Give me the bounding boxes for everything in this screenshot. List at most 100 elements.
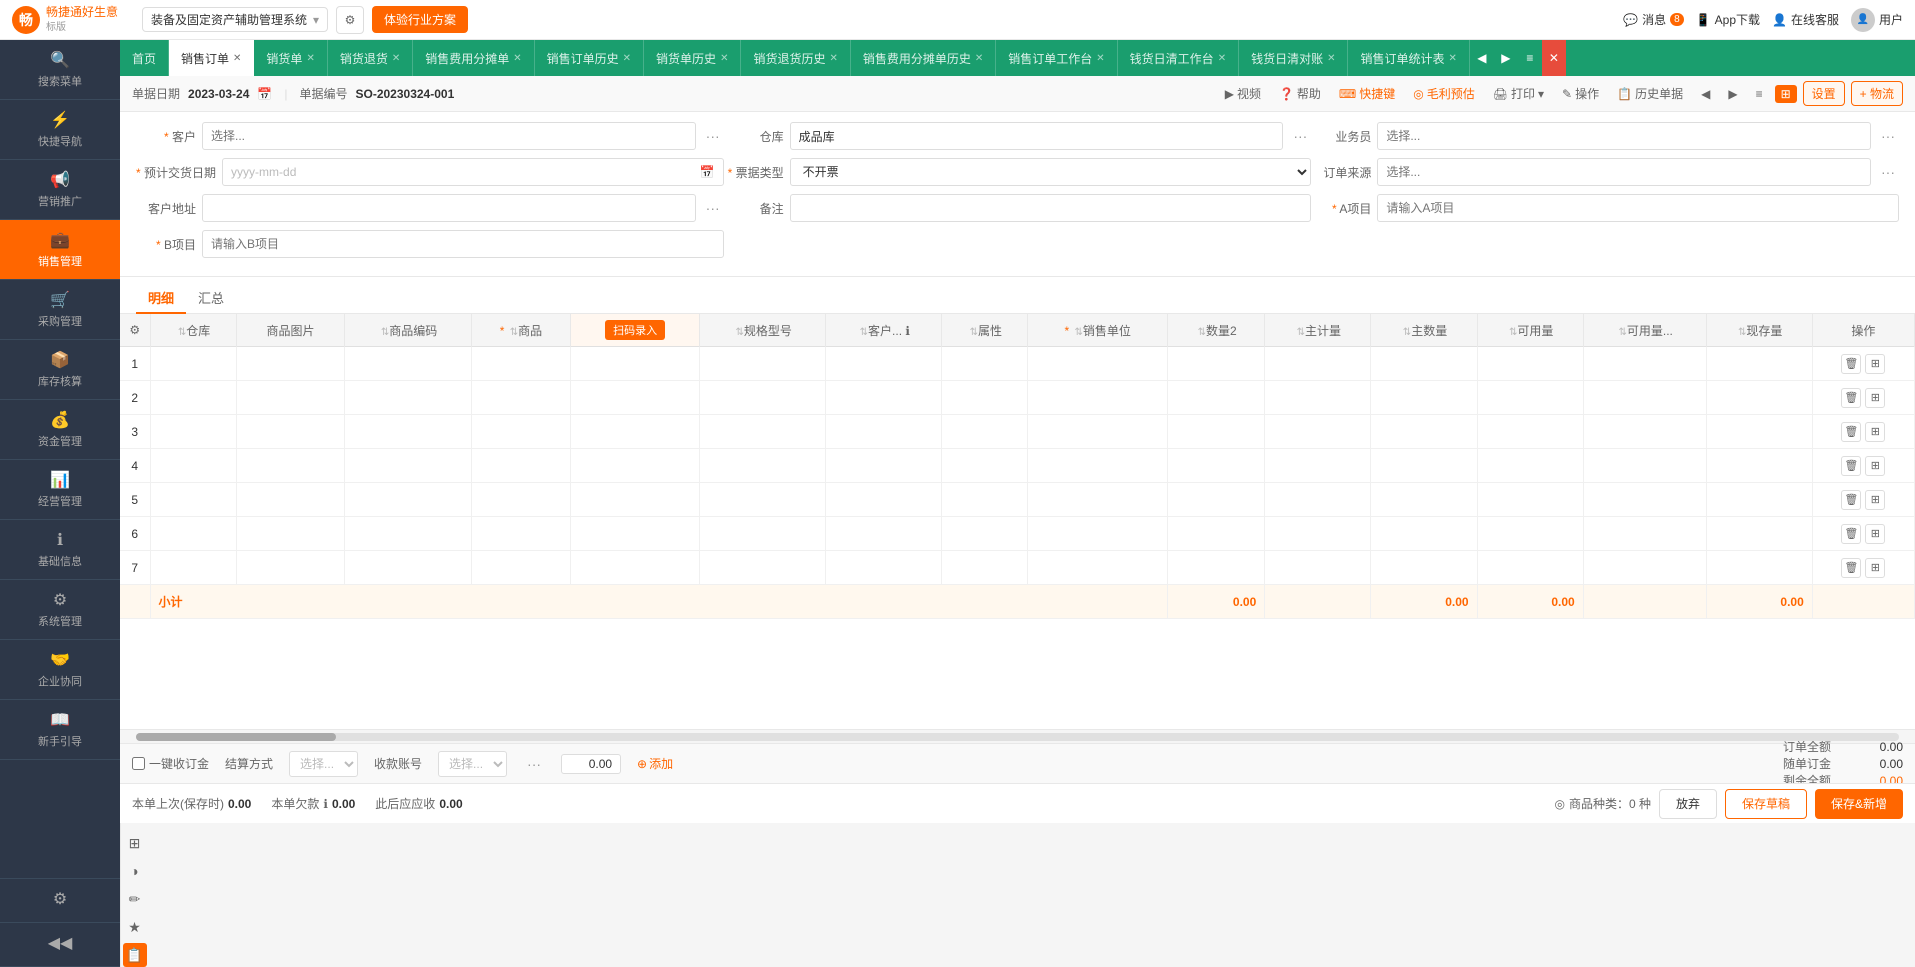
- salesperson-input[interactable]: [1377, 122, 1871, 150]
- salesperson-more-icon[interactable]: ···: [1877, 128, 1899, 144]
- tab-close-icon[interactable]: ✕: [1096, 53, 1104, 64]
- order-source-more-icon[interactable]: ···: [1877, 164, 1899, 180]
- sidebar-item-basic-info[interactable]: ℹ 基础信息: [0, 520, 120, 580]
- copy-row-button[interactable]: ⊞: [1865, 490, 1885, 510]
- tab-order-workbench[interactable]: 销售订单工作台 ✕: [996, 40, 1117, 76]
- sidebar-item-quicknav[interactable]: ⚡ 快捷导航: [0, 100, 120, 160]
- sidebar-item-marketing[interactable]: 📢 营销推广: [0, 160, 120, 220]
- tab-menu-button[interactable]: ≡: [1518, 40, 1542, 76]
- sidebar-item-finance[interactable]: 💰 资金管理: [0, 400, 120, 460]
- payment-method-select[interactable]: 选择...: [289, 751, 358, 777]
- th-available[interactable]: ⇅可用量: [1477, 314, 1583, 347]
- th-customer-code[interactable]: ⇅客户... ℹ: [826, 314, 942, 347]
- tab-sales-goods[interactable]: 销货单 ✕: [254, 40, 327, 76]
- help-button[interactable]: ❓ 帮助: [1273, 83, 1327, 104]
- delete-row-button[interactable]: 🗑: [1841, 558, 1861, 578]
- tab-prev-button[interactable]: ◀: [1470, 40, 1494, 76]
- delete-row-button[interactable]: 🗑: [1841, 490, 1861, 510]
- scan-button[interactable]: 扫码录入: [605, 320, 665, 340]
- form-settings-button[interactable]: 设置: [1803, 81, 1845, 106]
- customer-more-icon[interactable]: ···: [702, 128, 724, 144]
- th-available2[interactable]: ⇅可用量...: [1583, 314, 1706, 347]
- tab-daily-reconcile[interactable]: 钱货日清对账 ✕: [1239, 40, 1348, 76]
- tab-detail[interactable]: 明细: [136, 283, 186, 314]
- right-panel-icon-1[interactable]: ⊞: [123, 831, 147, 855]
- delivery-date-input[interactable]: yyyy-mm-dd 📅: [222, 158, 724, 186]
- print-button[interactable]: 🖨 打印 ▾: [1487, 83, 1550, 104]
- nav-next-button[interactable]: ▶: [1722, 85, 1743, 103]
- sidebar-item-inventory[interactable]: 📦 库存核算: [0, 340, 120, 400]
- delete-row-button[interactable]: 🗑: [1841, 388, 1861, 408]
- h-scroll-area[interactable]: [120, 729, 1915, 743]
- order-source-input[interactable]: [1377, 158, 1871, 186]
- b-project-input[interactable]: [202, 230, 724, 258]
- add-logistics-button[interactable]: + 物流: [1851, 81, 1903, 106]
- tab-sales-return[interactable]: 销货退货 ✕: [328, 40, 413, 76]
- copy-row-button[interactable]: ⊞: [1865, 354, 1885, 374]
- warehouse-input[interactable]: [790, 122, 1284, 150]
- copy-row-button[interactable]: ⊞: [1865, 422, 1885, 442]
- th-main-qty[interactable]: ⇅主数量: [1371, 314, 1477, 347]
- delete-row-button[interactable]: 🗑: [1841, 354, 1861, 374]
- copy-row-button[interactable]: ⊞: [1865, 524, 1885, 544]
- view-detail-button[interactable]: ⊞: [1775, 85, 1797, 103]
- tab-sales-order[interactable]: 销售订单 ✕: [169, 40, 254, 76]
- tab-sales-cost[interactable]: 销售费用分摊单 ✕: [413, 40, 534, 76]
- industry-button[interactable]: 体验行业方案: [372, 6, 468, 33]
- tab-summary[interactable]: 汇总: [186, 283, 236, 314]
- nav-prev-button[interactable]: ◀: [1695, 85, 1716, 103]
- tab-daily-workbench[interactable]: 钱货日清工作台 ✕: [1118, 40, 1239, 76]
- settings-button[interactable]: ⚙: [336, 6, 364, 34]
- discard-button[interactable]: 放弃: [1659, 789, 1717, 819]
- tab-close-icon[interactable]: ✕: [720, 53, 728, 64]
- tab-close-icon[interactable]: ✕: [829, 53, 837, 64]
- delete-row-button[interactable]: 🗑: [1841, 524, 1861, 544]
- tab-close-icon[interactable]: ✕: [233, 53, 241, 64]
- tab-next-button[interactable]: ▶: [1494, 40, 1518, 76]
- copy-row-button[interactable]: ⊞: [1865, 456, 1885, 476]
- view-button[interactable]: ▶ 视频: [1219, 83, 1267, 104]
- th-main-unit[interactable]: ⇅主计量: [1265, 314, 1371, 347]
- sidebar-item-search[interactable]: 🔍 搜索菜单: [0, 40, 120, 100]
- checkout-checkbox[interactable]: [132, 757, 145, 770]
- save-new-button[interactable]: 保存&新增: [1815, 789, 1903, 819]
- th-warehouse[interactable]: ⇅仓库: [150, 314, 236, 347]
- th-spec[interactable]: ⇅规格型号: [700, 314, 826, 347]
- invoice-type-select[interactable]: 不开票 增值税普通发票 增值税专用发票: [790, 158, 1312, 186]
- copy-row-button[interactable]: ⊞: [1865, 388, 1885, 408]
- action-button[interactable]: ✎ 操作: [1556, 83, 1605, 104]
- delete-row-button[interactable]: 🗑: [1841, 422, 1861, 442]
- sidebar-item-operations[interactable]: 📊 经营管理: [0, 460, 120, 520]
- th-code[interactable]: ⇅商品编码: [345, 314, 471, 347]
- tab-close-icon[interactable]: ✕: [513, 53, 521, 64]
- tab-sales-order-hist[interactable]: 销售订单历史 ✕: [535, 40, 644, 76]
- customer-input[interactable]: [202, 122, 696, 150]
- tab-close-icon[interactable]: ✕: [975, 53, 983, 64]
- history-button[interactable]: 📋 历史单据: [1611, 83, 1689, 104]
- copy-row-button[interactable]: ⊞: [1865, 558, 1885, 578]
- system-selector[interactable]: 装备及固定资产辅助管理系统 ▾: [142, 7, 328, 32]
- tab-close-icon[interactable]: ✕: [1449, 53, 1457, 64]
- sidebar-item-purchase[interactable]: 🛒 采购管理: [0, 280, 120, 340]
- tab-close-icon[interactable]: ✕: [1218, 53, 1226, 64]
- calendar-icon[interactable]: 📅: [257, 87, 272, 101]
- tab-home[interactable]: 首页: [120, 40, 169, 76]
- warehouse-more-icon[interactable]: ···: [1289, 128, 1311, 144]
- online-service-button[interactable]: 👤 在线客服: [1772, 11, 1839, 28]
- sidebar-item-guide[interactable]: 📖 新手引导: [0, 700, 120, 760]
- sidebar-item-system[interactable]: ⚙ 系统管理: [0, 580, 120, 640]
- account-select[interactable]: 选择...: [438, 751, 507, 777]
- profit-button[interactable]: ◎ 毛利预估: [1407, 83, 1481, 104]
- th-qty2[interactable]: ⇅数量2: [1168, 314, 1265, 347]
- add-payment-button[interactable]: ⊕ 添加: [637, 755, 673, 772]
- sidebar-settings-button[interactable]: ⚙: [0, 878, 120, 923]
- shortcut-button[interactable]: ⌨ 快捷键: [1333, 83, 1401, 104]
- view-list-button[interactable]: ≡: [1750, 85, 1769, 103]
- tab-close-all-button[interactable]: ✕: [1542, 40, 1566, 76]
- th-product[interactable]: * ⇅商品: [471, 314, 570, 347]
- user-area[interactable]: 👤 用户: [1851, 8, 1903, 32]
- tab-sales-stats[interactable]: 销售订单统计表 ✕: [1348, 40, 1469, 76]
- tab-cost-hist[interactable]: 销售费用分摊单历史 ✕: [851, 40, 996, 76]
- save-draft-button[interactable]: 保存草稿: [1725, 789, 1807, 819]
- th-sales-unit[interactable]: * ⇅销售单位: [1028, 314, 1168, 347]
